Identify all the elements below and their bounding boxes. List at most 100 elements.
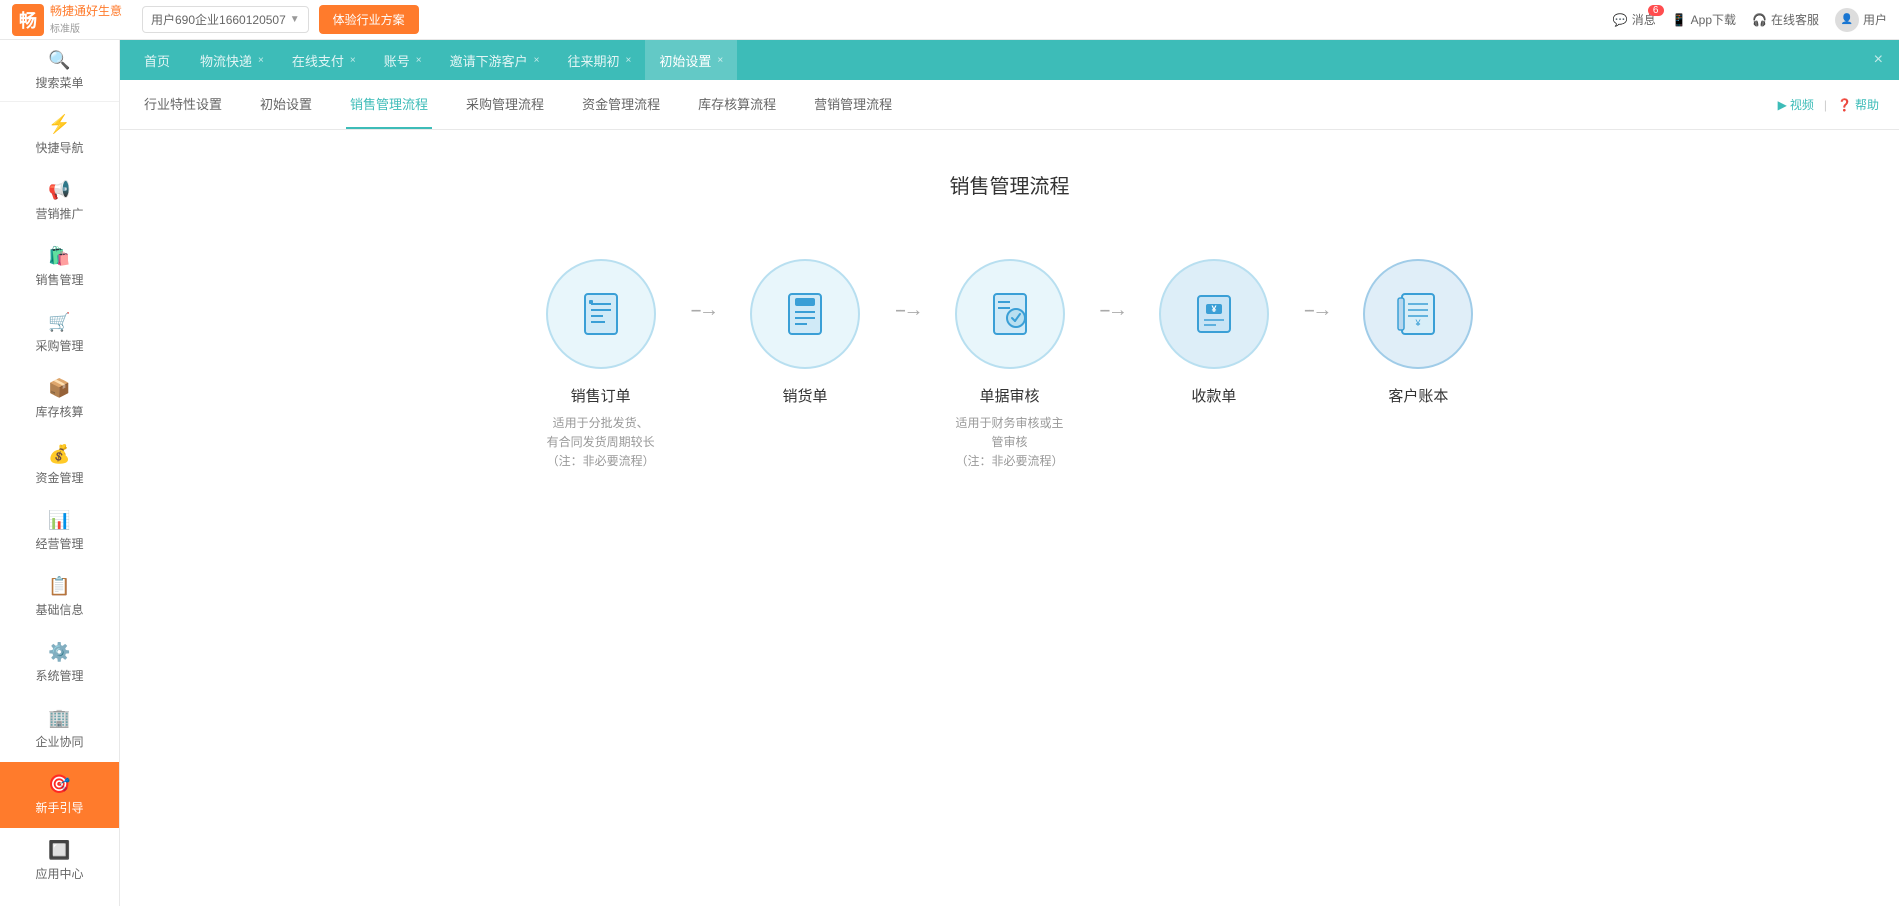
system-label: 系统管理 [35, 667, 83, 684]
sub-tab-inventoryflow[interactable]: 库存核算流程 [694, 80, 780, 129]
arrow-3: - - → [1100, 259, 1124, 322]
sidebar-item-newguide[interactable]: 🎯 新手引导 [0, 762, 119, 828]
nav-tab-payment[interactable]: 在线支付 × [278, 40, 370, 80]
page-title: 销售管理流程 [180, 170, 1839, 199]
sales-icon: 🛍️ [48, 246, 70, 267]
svg-text:¥: ¥ [1211, 304, 1216, 314]
salesorder-circle [546, 259, 656, 369]
nav-tab-logistics-label: 物流快递 [200, 51, 252, 70]
page-content: 行业特性设置 初始设置 销售管理流程 采购管理流程 资金管理流程 [120, 80, 1899, 906]
nav-tab-home-label: 首页 [144, 51, 170, 70]
logo-subtitle: 标准版 [50, 20, 122, 35]
sidebar-item-finance[interactable]: 💰 资金管理 [0, 432, 119, 498]
customerledger-circle: ¥ [1363, 259, 1473, 369]
approval-desc: 适用于财务审核或主管审核（注：非必要流程） [955, 414, 1063, 472]
nav-tab-account[interactable]: 账号 × [370, 40, 436, 80]
sidebar-item-sales[interactable]: 🛍️ 销售管理 [0, 234, 119, 300]
nav-tabs-bar: 首页 物流快递 × 在线支付 × 账号 × 邀请下游客户 × [120, 40, 1899, 80]
help-action-button[interactable]: ❓ 帮助 [1837, 96, 1879, 113]
purchase-label: 采购管理 [35, 337, 83, 354]
nav-tab-invite-close[interactable]: × [534, 55, 540, 66]
sidebar-item-search[interactable]: 🔍 搜索菜单 [0, 40, 119, 102]
sidebar-item-enterprise[interactable]: 🏢 企业协同 [0, 696, 119, 762]
sidebar-item-purchase[interactable]: 🛒 采购管理 [0, 300, 119, 366]
sidebar-item-marketing[interactable]: 📢 营销推广 [0, 168, 119, 234]
app-download-label: App下载 [1691, 11, 1736, 28]
flow-step-salesorder[interactable]: 销售订单 适用于分批发货、有合同发货周期较长（注：非必要流程） [511, 259, 691, 472]
sidebar: 🔍 搜索菜单 ⚡ 快捷导航 📢 营销推广 🛍️ 销售管理 🛒 采购管理 📦 [0, 40, 120, 906]
sub-tab-init[interactable]: 初始设置 [256, 80, 316, 129]
flow-step-receipt[interactable]: ¥ 收款单 [1124, 259, 1304, 414]
help-icon: ❓ [1837, 98, 1852, 112]
nav-tab-period-label: 往来期初 [567, 51, 619, 70]
sub-tab-marketingflow[interactable]: 营销管理流程 [810, 80, 896, 129]
newguide-icon: 🎯 [48, 774, 70, 795]
sidebar-item-operation[interactable]: 📊 经营管理 [0, 498, 119, 564]
flow-steps: 销售订单 适用于分批发货、有合同发货周期较长（注：非必要流程） - - → [180, 259, 1839, 472]
quicknav-label: 快捷导航 [35, 139, 83, 156]
user-selector[interactable]: 用户690企业1660120507 ▼ [142, 6, 309, 33]
nav-tab-init[interactable]: 初始设置 × [645, 40, 737, 80]
nav-tab-logistics-close[interactable]: × [258, 55, 264, 66]
sidebar-item-appcenter[interactable]: 🔲 应用中心 [0, 828, 119, 894]
nav-tab-period[interactable]: 往来期初 × [553, 40, 645, 80]
sub-tab-marketingflow-label: 营销管理流程 [814, 97, 892, 112]
user-profile-button[interactable]: 👤 用户 [1835, 8, 1887, 32]
sub-tab-industry[interactable]: 行业特性设置 [140, 80, 226, 129]
sub-tab-financeflow-label: 资金管理流程 [582, 97, 660, 112]
approval-icon [984, 288, 1036, 340]
nav-tab-home[interactable]: 首页 [128, 40, 186, 80]
video-action-button[interactable]: ▶ 视频 [1778, 96, 1814, 113]
nav-tab-payment-label: 在线支付 [292, 51, 344, 70]
approval-circle [955, 259, 1065, 369]
arrow-2: - - → [895, 259, 919, 322]
sidebar-item-system[interactable]: ⚙️ 系统管理 [0, 630, 119, 696]
sub-tab-industry-label: 行业特性设置 [144, 97, 222, 112]
flow-step-customerledger[interactable]: ¥ 客户账本 [1328, 259, 1508, 414]
flow-step-deliverynote[interactable]: 销货单 [715, 259, 895, 414]
receipt-name: 收款单 [1191, 385, 1236, 406]
arrow-icon-3: - - → [1100, 299, 1124, 322]
nav-tab-invite-label: 邀请下游客户 [450, 51, 528, 70]
sub-tab-inventoryflow-label: 库存核算流程 [698, 97, 776, 112]
nav-tab-account-close[interactable]: × [416, 55, 422, 66]
nav-tab-payment-close[interactable]: × [350, 55, 356, 66]
svg-text:¥: ¥ [1415, 318, 1422, 328]
quicknav-icon: ⚡ [48, 114, 70, 135]
flow-step-approval[interactable]: 单据审核 适用于财务审核或主管审核（注：非必要流程） [920, 259, 1100, 472]
search-icon: 🔍 [48, 50, 70, 71]
receipt-icon: ¥ [1188, 288, 1240, 340]
sub-tab-salesflow[interactable]: 销售管理流程 [346, 80, 432, 129]
sidebar-search-label: 搜索菜单 [35, 74, 83, 91]
divider: | [1824, 98, 1827, 112]
sub-tab-financeflow[interactable]: 资金管理流程 [578, 80, 664, 129]
logo-icon: 畅 [12, 4, 44, 36]
purchase-icon: 🛒 [48, 312, 70, 333]
app-download-button[interactable]: 📱 App下载 [1672, 11, 1736, 28]
arrow-icon-4: - - → [1304, 299, 1328, 322]
customerledger-name: 客户账本 [1388, 385, 1448, 406]
sub-tab-purchaseflow[interactable]: 采购管理流程 [462, 80, 548, 129]
inventory-icon: 📦 [48, 378, 70, 399]
salesorder-icon [575, 288, 627, 340]
customerledger-icon: ¥ [1392, 288, 1444, 340]
nav-tab-init-label: 初始设置 [659, 51, 711, 70]
online-service-button[interactable]: 🎧 在线客服 [1752, 11, 1819, 28]
nav-tab-invite[interactable]: 邀请下游客户 × [436, 40, 554, 80]
marketing-label: 营销推广 [35, 205, 83, 222]
sidebar-item-basicinfo[interactable]: 📋 基础信息 [0, 564, 119, 630]
sidebar-item-inventory[interactable]: 📦 库存核算 [0, 366, 119, 432]
nav-tab-logistics[interactable]: 物流快递 × [186, 40, 278, 80]
appcenter-icon: 🔲 [48, 840, 70, 861]
nav-tab-period-close[interactable]: × [625, 55, 631, 66]
message-icon: 💬 [1613, 13, 1628, 27]
user-selector-text: 用户690企业1660120507 [151, 11, 286, 28]
operation-label: 经营管理 [35, 535, 83, 552]
arrow-icon-2: - - → [895, 299, 919, 322]
sidebar-item-corpwechat[interactable]: 💬 企业微信 [0, 894, 119, 906]
sidebar-item-quicknav[interactable]: ⚡ 快捷导航 [0, 102, 119, 168]
nav-tab-init-close[interactable]: × [717, 55, 723, 66]
nav-close-all-button[interactable]: × [1866, 51, 1891, 69]
message-button[interactable]: 💬 消息 6 [1613, 11, 1656, 28]
trial-button[interactable]: 体验行业方案 [319, 5, 419, 34]
